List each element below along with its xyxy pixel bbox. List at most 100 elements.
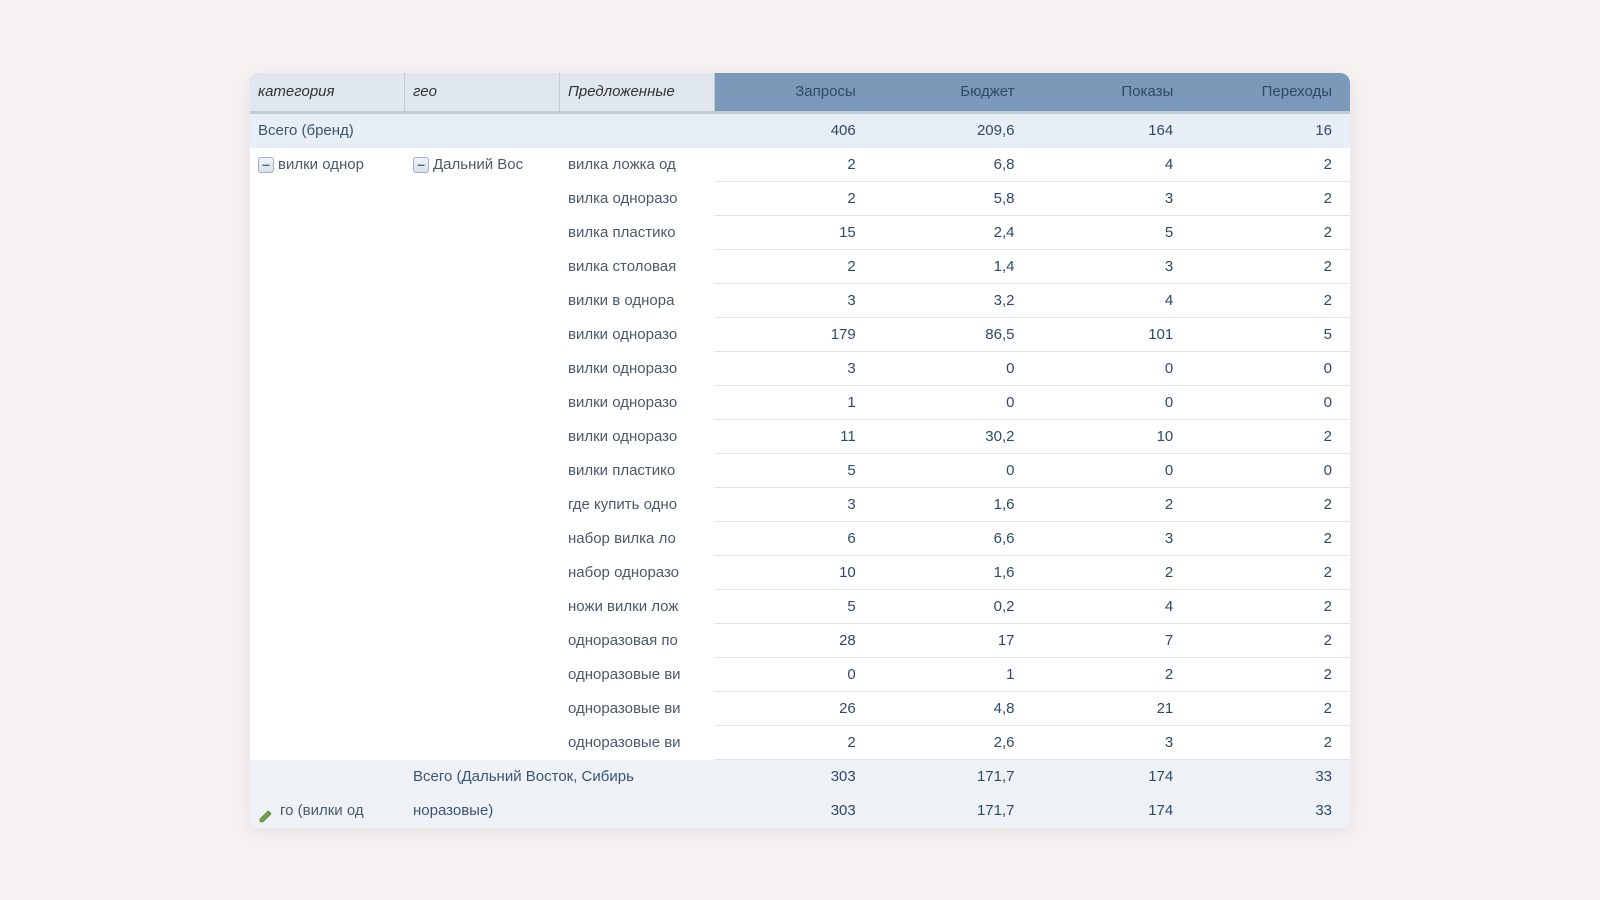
suggested-keyword: вилка одноразо: [560, 182, 715, 216]
cell-queries: 3: [715, 488, 874, 522]
category-cell: [250, 216, 405, 250]
suggested-keyword: где купить одно: [560, 488, 715, 522]
table-row: одноразовые ви0122: [250, 658, 1350, 692]
suggested-keyword: вилки одноразо: [560, 386, 715, 420]
table-row: одноразовая по281772: [250, 624, 1350, 658]
category-label: вилки однор: [278, 148, 364, 182]
cell-budget: 5,8: [874, 182, 1033, 216]
cell-clicks: 2: [1191, 556, 1350, 590]
category-total-budget: 171,7: [874, 794, 1033, 828]
cell-clicks: 2: [1191, 692, 1350, 726]
category-cell: [250, 624, 405, 658]
table-row: вилки одноразо1000: [250, 386, 1350, 420]
cell-queries: 10: [715, 556, 874, 590]
header-category[interactable]: категория: [250, 73, 405, 111]
cell-impressions: 2: [1033, 556, 1192, 590]
cell-queries: 2: [715, 148, 874, 182]
header-geo[interactable]: гео: [405, 73, 560, 111]
cell-clicks: 2: [1191, 284, 1350, 318]
brand-queries: 406: [715, 114, 874, 148]
header-queries[interactable]: Запросы: [715, 73, 874, 111]
category-cell: [250, 522, 405, 556]
cell-budget: 6,8: [874, 148, 1033, 182]
geo-cell: [405, 352, 560, 386]
cell-impressions: 10: [1033, 420, 1192, 454]
header-budget[interactable]: Бюджет: [874, 73, 1033, 111]
subtotal-label: Всего (Дальний Восток, Сибирь: [405, 760, 715, 794]
category-total-queries: 303: [715, 794, 874, 828]
cell-budget: 1,6: [874, 556, 1033, 590]
geo-cell: [405, 386, 560, 420]
suggested-keyword: вилки одноразо: [560, 318, 715, 352]
category-cell: [250, 488, 405, 522]
cell-clicks: 5: [1191, 318, 1350, 352]
cell-clicks: 0: [1191, 386, 1350, 420]
cell-clicks: 0: [1191, 352, 1350, 386]
geo-cell: [405, 726, 560, 760]
report-table-card: категория гео Предложенные Запросы Бюдже…: [250, 73, 1350, 828]
cell-budget: 2,6: [874, 726, 1033, 760]
cell-clicks: 2: [1191, 148, 1350, 182]
geo-label: Дальний Вос: [433, 148, 523, 182]
cell-budget: 30,2: [874, 420, 1033, 454]
header-impressions[interactable]: Показы: [1033, 73, 1192, 111]
cell-queries: 179: [715, 318, 874, 352]
category-cell: [250, 420, 405, 454]
category-cell: [250, 284, 405, 318]
cell-impressions: 4: [1033, 148, 1192, 182]
cell-budget: 4,8: [874, 692, 1033, 726]
geo-cell: [405, 284, 560, 318]
cell-impressions: 101: [1033, 318, 1192, 352]
table-row: одноразовые ви264,8212: [250, 692, 1350, 726]
suggested-keyword: набор вилка ло: [560, 522, 715, 556]
category-cell: [250, 352, 405, 386]
collapse-category-icon[interactable]: [258, 157, 274, 173]
table-row: вилки пластико5000: [250, 454, 1350, 488]
table-row: одноразовые ви22,632: [250, 726, 1350, 760]
collapse-geo-icon[interactable]: [413, 157, 429, 173]
geo-cell: [405, 590, 560, 624]
cell-queries: 26: [715, 692, 874, 726]
table-row: набор одноразо101,622: [250, 556, 1350, 590]
cell-budget: 6,6: [874, 522, 1033, 556]
geo-cell: [405, 216, 560, 250]
category-cell: [250, 726, 405, 760]
header-suggested[interactable]: Предложенные: [560, 73, 715, 111]
report-table: категория гео Предложенные Запросы Бюдже…: [250, 73, 1350, 828]
suggested-keyword: вилки одноразо: [560, 352, 715, 386]
header-clicks[interactable]: Переходы: [1191, 73, 1350, 111]
table-row: вилка одноразо25,832: [250, 182, 1350, 216]
suggested-keyword: вилки в однора: [560, 284, 715, 318]
cell-budget: 0,2: [874, 590, 1033, 624]
category-cell: вилки однор: [250, 148, 405, 182]
cell-queries: 15: [715, 216, 874, 250]
cell-clicks: 2: [1191, 590, 1350, 624]
table-header-row: категория гео Предложенные Запросы Бюдже…: [250, 73, 1350, 111]
category-cell: [250, 318, 405, 352]
suggested-keyword: вилка пластико: [560, 216, 715, 250]
suggested-keyword: набор одноразо: [560, 556, 715, 590]
cell-queries: 3: [715, 352, 874, 386]
pencil-icon[interactable]: [258, 803, 274, 819]
suggested-keyword: одноразовые ви: [560, 658, 715, 692]
subtotal-queries: 303: [715, 760, 874, 794]
brand-clicks: 16: [1191, 114, 1350, 148]
table-row: вилка столовая21,432: [250, 250, 1350, 284]
cell-clicks: 2: [1191, 250, 1350, 284]
cell-impressions: 2: [1033, 658, 1192, 692]
geo-cell: [405, 692, 560, 726]
category-cell: [250, 556, 405, 590]
cell-clicks: 2: [1191, 182, 1350, 216]
cell-impressions: 21: [1033, 692, 1192, 726]
cell-queries: 2: [715, 182, 874, 216]
geo-cell: [405, 522, 560, 556]
table-row: вилки одноразо17986,51015: [250, 318, 1350, 352]
table-row: где купить одно31,622: [250, 488, 1350, 522]
cell-queries: 6: [715, 522, 874, 556]
cell-queries: 3: [715, 284, 874, 318]
geo-subtotal-row: Всего (Дальний Восток, Сибирь 303 171,7 …: [250, 760, 1350, 794]
cell-clicks: 2: [1191, 216, 1350, 250]
subtotal-budget: 171,7: [874, 760, 1033, 794]
category-cell: [250, 250, 405, 284]
suggested-keyword: вилки одноразо: [560, 420, 715, 454]
